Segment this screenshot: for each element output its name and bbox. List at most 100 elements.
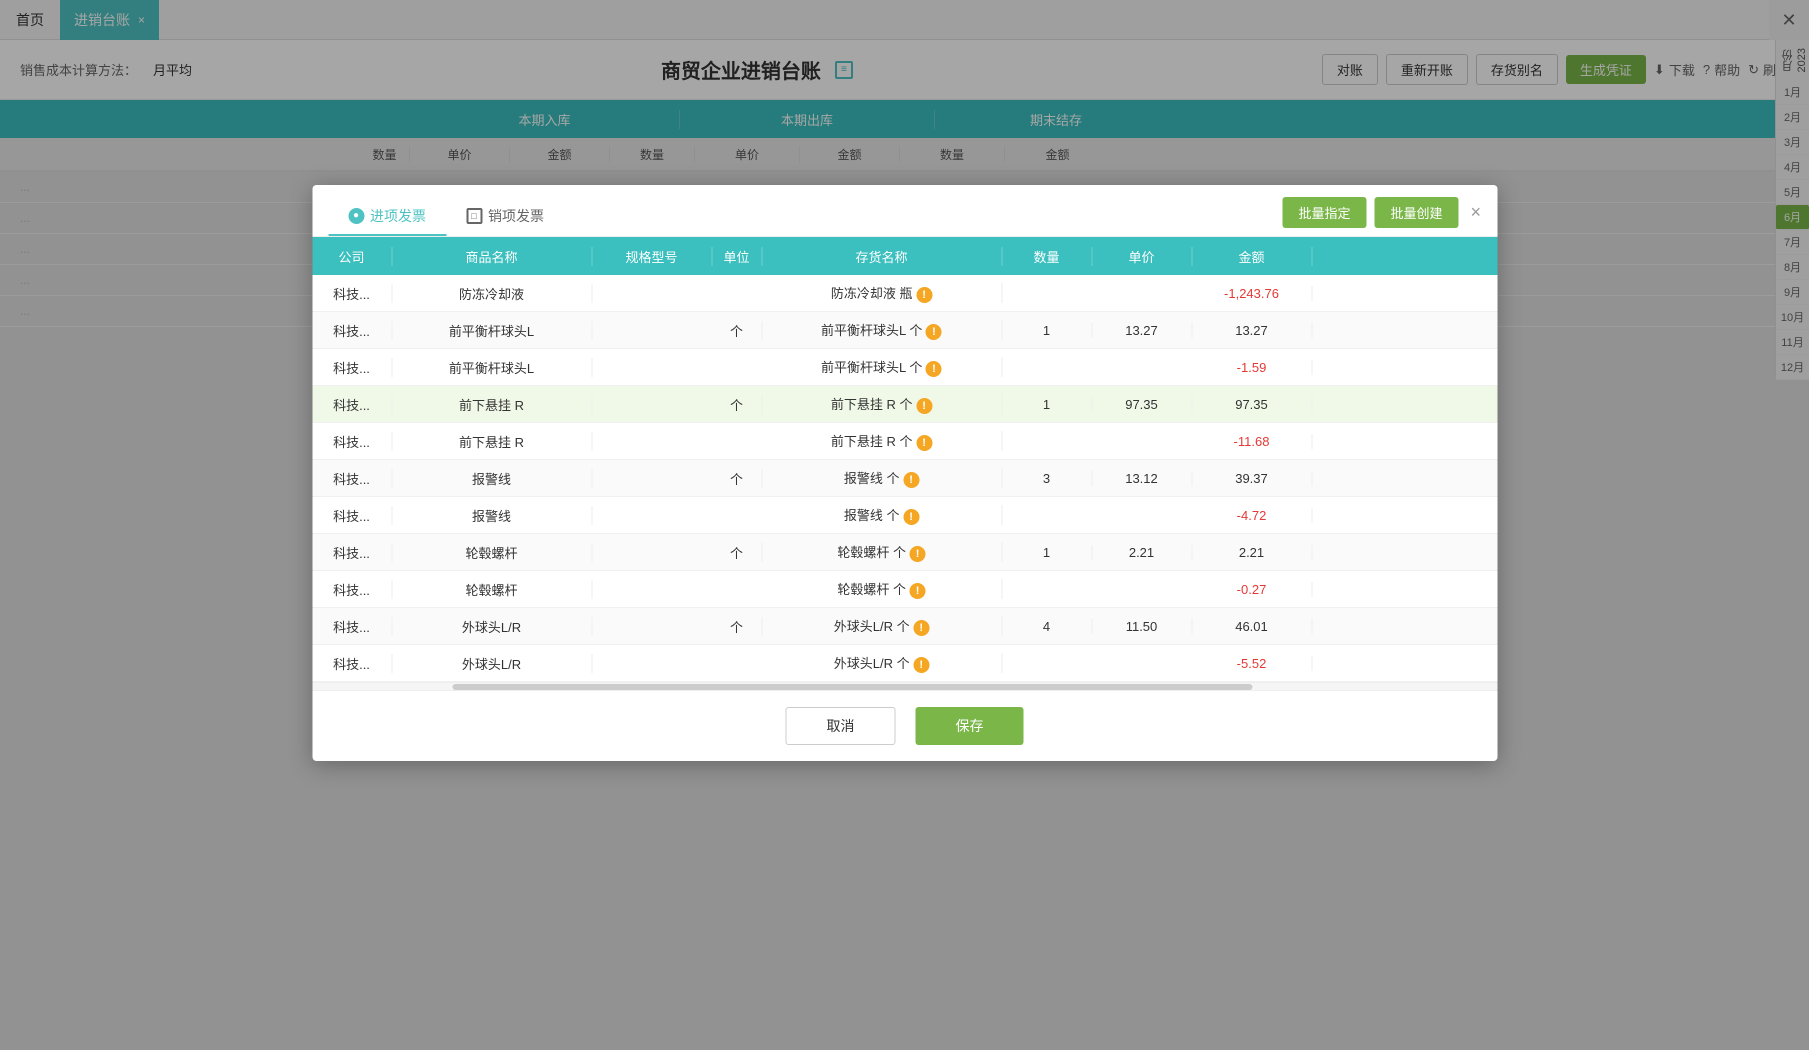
- table-row[interactable]: 科技... 轮毂螺杆 个 轮毂螺杆 个 ! 1 2.21 2.21: [312, 534, 1497, 571]
- mth-unit: 单位: [712, 247, 762, 266]
- cell-inventory-name: 外球头L/R 个 !: [762, 616, 1002, 636]
- tab-income-invoice[interactable]: ● 进项发票: [328, 198, 446, 236]
- income-tab-label: 进项发票: [370, 206, 426, 226]
- cell-amount: 97.35: [1192, 397, 1312, 412]
- cell-amount: -1,243.76: [1192, 286, 1312, 301]
- cell-amount: 39.37: [1192, 471, 1312, 486]
- modal-header: ● 进项发票 □ 销项发票 批量指定 批量创建 ×: [312, 185, 1497, 237]
- cell-qty: 1: [1002, 545, 1092, 560]
- cell-price: 2.21: [1092, 545, 1192, 560]
- cell-product-name: 前平衡杆球头L: [392, 358, 592, 377]
- warning-icon: !: [926, 361, 942, 377]
- warning-icon: !: [916, 398, 932, 414]
- cell-qty: 3: [1002, 471, 1092, 486]
- modal-footer: 取消 保存: [312, 690, 1497, 761]
- warning-icon: !: [903, 472, 919, 488]
- cell-product-name: 外球头L/R: [392, 654, 592, 673]
- cell-inventory-name: 前平衡杆球头L 个 !: [762, 320, 1002, 340]
- cell-company: 科技...: [312, 580, 392, 599]
- cell-company: 科技...: [312, 284, 392, 303]
- cell-product-name: 报警线: [392, 506, 592, 525]
- table-row[interactable]: 科技... 前平衡杆球头L 前平衡杆球头L 个 ! -1.59: [312, 349, 1497, 386]
- cell-company: 科技...: [312, 506, 392, 525]
- cell-company: 科技...: [312, 617, 392, 636]
- cell-company: 科技...: [312, 358, 392, 377]
- cell-product-name: 前平衡杆球头L: [392, 321, 592, 340]
- table-row[interactable]: 科技... 前下悬挂 R 前下悬挂 R 个 ! -11.68: [312, 423, 1497, 460]
- warning-icon: !: [916, 287, 932, 303]
- table-row[interactable]: 科技... 外球头L/R 个 外球头L/R 个 ! 4 11.50 46.01: [312, 608, 1497, 645]
- cell-inventory-name: 报警线 个 !: [762, 505, 1002, 525]
- mth-price: 单价: [1092, 247, 1192, 266]
- warning-icon: !: [913, 657, 929, 673]
- cell-product-name: 轮毂螺杆: [392, 580, 592, 599]
- cell-amount: 2.21: [1192, 545, 1312, 560]
- modal-header-actions: 批量指定 批量创建: [1282, 197, 1458, 236]
- cell-qty: 1: [1002, 397, 1092, 412]
- modal-table-header: 公司 商品名称 规格型号 单位 存货名称 数量 单价 金额: [312, 237, 1497, 275]
- save-button[interactable]: 保存: [916, 707, 1024, 745]
- cell-amount: -11.68: [1192, 434, 1312, 449]
- cell-amount: -5.52: [1192, 656, 1312, 671]
- modal-close-button[interactable]: ×: [1470, 202, 1481, 231]
- cell-inventory-name: 防冻冷却液 瓶 !: [762, 283, 1002, 303]
- cell-qty: 1: [1002, 323, 1092, 338]
- table-row[interactable]: 科技... 防冻冷却液 防冻冷却液 瓶 ! -1,243.76: [312, 275, 1497, 312]
- table-row[interactable]: 科技... 前下悬挂 R 个 前下悬挂 R 个 ! 1 97.35 97.35: [312, 386, 1497, 423]
- table-row[interactable]: 科技... 报警线 报警线 个 ! -4.72: [312, 497, 1497, 534]
- cell-price: 13.27: [1092, 323, 1192, 338]
- cell-unit: 个: [712, 469, 762, 488]
- cell-product-name: 轮毂螺杆: [392, 543, 592, 562]
- cell-company: 科技...: [312, 543, 392, 562]
- tab-sales-invoice[interactable]: □ 销项发票: [446, 198, 564, 236]
- cell-inventory-name: 外球头L/R 个 !: [762, 653, 1002, 673]
- cell-amount: 13.27: [1192, 323, 1312, 338]
- warning-icon: !: [916, 435, 932, 451]
- cell-company: 科技...: [312, 321, 392, 340]
- cell-unit: 个: [712, 617, 762, 636]
- cell-price: 97.35: [1092, 397, 1192, 412]
- mth-company: 公司: [312, 247, 392, 266]
- cell-price: 11.50: [1092, 619, 1192, 634]
- table-row[interactable]: 科技... 轮毂螺杆 轮毂螺杆 个 ! -0.27: [312, 571, 1497, 608]
- cell-unit: 个: [712, 543, 762, 562]
- warning-icon: !: [913, 620, 929, 636]
- cell-price: 13.12: [1092, 471, 1192, 486]
- table-row[interactable]: 科技... 前平衡杆球头L 个 前平衡杆球头L 个 ! 1 13.27 13.2…: [312, 312, 1497, 349]
- modal-dialog: ● 进项发票 □ 销项发票 批量指定 批量创建 × 公司 商品名称 规格型号 单…: [312, 185, 1497, 761]
- income-tab-icon: ●: [348, 208, 364, 224]
- cell-product-name: 前下悬挂 R: [392, 395, 592, 414]
- cell-product-name: 防冻冷却液: [392, 284, 592, 303]
- warning-icon: !: [910, 546, 926, 562]
- cell-company: 科技...: [312, 432, 392, 451]
- cell-amount: -0.27: [1192, 582, 1312, 597]
- cell-product-name: 外球头L/R: [392, 617, 592, 636]
- cell-inventory-name: 报警线 个 !: [762, 468, 1002, 488]
- table-row[interactable]: 科技... 报警线 个 报警线 个 ! 3 13.12 39.37: [312, 460, 1497, 497]
- mth-amount: 金额: [1192, 247, 1312, 266]
- cell-company: 科技...: [312, 469, 392, 488]
- cell-company: 科技...: [312, 395, 392, 414]
- mth-product-name: 商品名称: [392, 247, 592, 266]
- cell-inventory-name: 前下悬挂 R 个 !: [762, 431, 1002, 451]
- cell-inventory-name: 前下悬挂 R 个 !: [762, 394, 1002, 414]
- warning-icon: !: [903, 509, 919, 525]
- scrollbar-thumb[interactable]: [452, 684, 1252, 690]
- modal-table-body: 科技... 防冻冷却液 防冻冷却液 瓶 ! -1,243.76 科技... 前平…: [312, 275, 1497, 682]
- cancel-button[interactable]: 取消: [786, 707, 896, 745]
- batch-assign-button[interactable]: 批量指定: [1282, 197, 1366, 228]
- cell-unit: 个: [712, 321, 762, 340]
- batch-create-button[interactable]: 批量创建: [1374, 197, 1458, 228]
- cell-company: 科技...: [312, 654, 392, 673]
- warning-icon: !: [926, 324, 942, 340]
- cell-qty: 4: [1002, 619, 1092, 634]
- cell-amount: 46.01: [1192, 619, 1312, 634]
- cell-product-name: 报警线: [392, 469, 592, 488]
- modal-horizontal-scrollbar[interactable]: [312, 682, 1497, 690]
- cell-inventory-name: 轮毂螺杆 个 !: [762, 579, 1002, 599]
- sales-tab-label: 销项发票: [488, 206, 544, 226]
- table-row[interactable]: 科技... 外球头L/R 外球头L/R 个 ! -5.52: [312, 645, 1497, 682]
- cell-amount: -4.72: [1192, 508, 1312, 523]
- warning-icon: !: [910, 583, 926, 599]
- cell-unit: 个: [712, 395, 762, 414]
